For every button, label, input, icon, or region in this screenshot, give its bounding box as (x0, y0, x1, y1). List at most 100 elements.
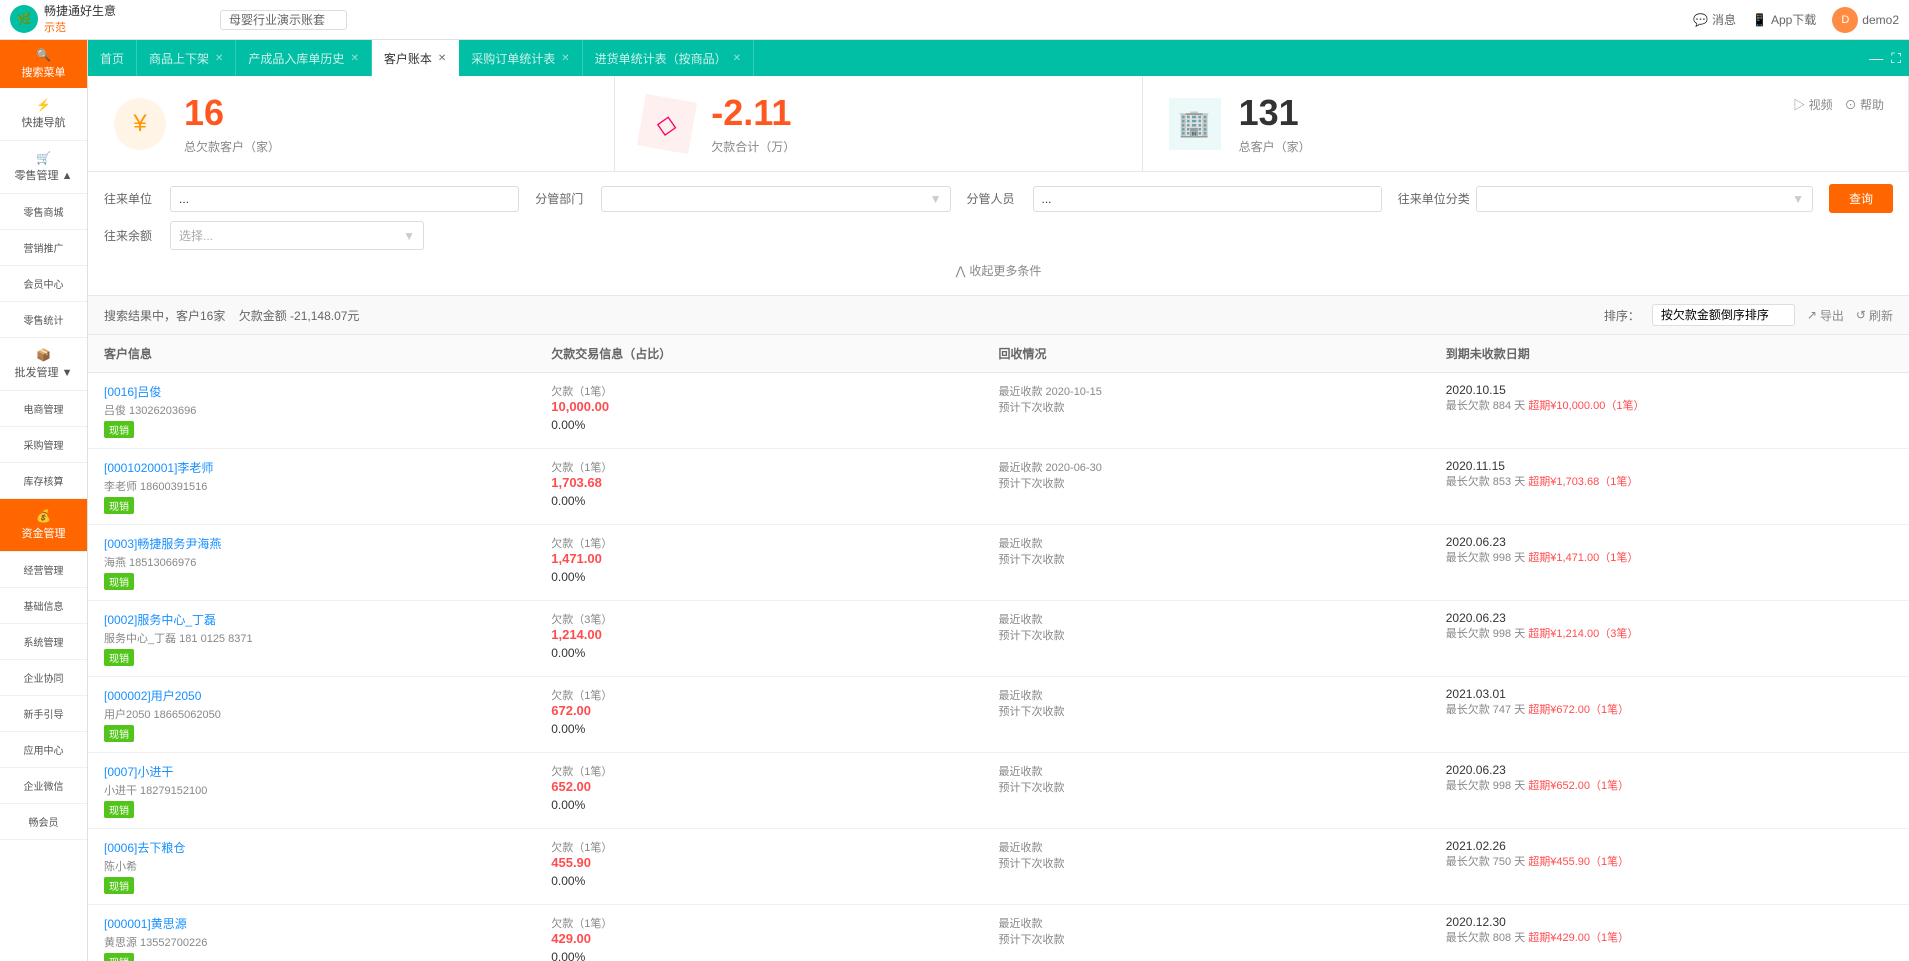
tab-product-history[interactable]: 产成品入库单历史 ✕ (236, 40, 371, 76)
minimize-icon[interactable]: — (1869, 50, 1883, 66)
client-name-link[interactable]: [0003]畅捷服务尹海燕 (104, 537, 221, 551)
collapse-btn[interactable]: ⋀ 收起更多条件 (956, 262, 1042, 279)
search-btn[interactable]: 查询 (1829, 184, 1893, 213)
filter-category-select[interactable]: ▼ (1476, 186, 1813, 212)
sidebar-item-wechat[interactable]: 企业微信 (0, 768, 87, 804)
export-btn[interactable]: ↗ 导出 (1807, 307, 1844, 324)
debt-ratio-value: 0.00% (551, 570, 998, 584)
tab-home[interactable]: 首页 (88, 40, 137, 76)
overdue-amount-link[interactable]: 超期¥672.00（1笔） (1528, 704, 1629, 716)
recovery-cell: 最近收款 预计下次收款 (999, 915, 1446, 947)
sidebar-item-system[interactable]: 系统管理 (0, 624, 87, 660)
stat-label-debt-total: 欠款合计（万） (711, 138, 795, 155)
video-btn[interactable]: ▷ 视频 (1793, 96, 1832, 113)
results-bar: 搜索结果中，客户16家 欠款金额 -21,148.07元 排序： 按欠款金额倒序… (88, 296, 1909, 335)
tab-purchase-stats[interactable]: 采购订单统计表 ✕ (459, 40, 582, 76)
sidebar-item-retail-mgmt[interactable]: 🛒零售管理 ▲ (0, 141, 87, 194)
message-btn[interactable]: 💬 消息 (1693, 11, 1736, 28)
building-icon: 🏢 (1169, 98, 1221, 150)
filter-dept: 分管部门 ▼ (535, 186, 950, 212)
sidebar-item-retail-stats[interactable]: 零售统计 (0, 302, 87, 338)
overdue-amount-link[interactable]: 超期¥652.00（1笔） (1528, 780, 1629, 792)
app-download-btn[interactable]: 📱 App下载 (1752, 11, 1816, 28)
table-header: 客户信息 欠款交易信息（占比） 回收情况 到期未收款日期 (88, 335, 1909, 373)
overdue-amount-link[interactable]: 超期¥1,471.00（1笔） (1528, 552, 1638, 564)
sidebar-item-marketing[interactable]: 营销推广 (0, 230, 87, 266)
filter-person: 分管人员 ... (967, 186, 1382, 212)
overdue-amount-link[interactable]: 超期¥429.00（1笔） (1528, 932, 1629, 944)
sidebar-item-collab[interactable]: 企业协同 (0, 660, 87, 696)
results-summary: 搜索结果中，客户16家 欠款金额 -21,148.07元 (104, 307, 359, 324)
next-payment: 预计下次收款 (999, 399, 1446, 415)
overdue-amount-link[interactable]: 超期¥455.90（1笔） (1528, 856, 1629, 868)
overdue-amount-link[interactable]: 超期¥1,214.00（3笔） (1528, 628, 1638, 640)
sidebar-item-member[interactable]: 会员中心 (0, 266, 87, 302)
sidebar-item-wholesale[interactable]: 📦批发管理 ▼ (0, 338, 87, 391)
debt-cell: 欠款（3笔） 1,214.00 0.00% (551, 611, 998, 660)
sidebar-item-member2[interactable]: 畅会员 (0, 804, 87, 840)
debt-count-label: 欠款（1笔） (551, 687, 998, 703)
export-icon: ↗ (1807, 308, 1817, 322)
sidebar-item-operations[interactable]: 经营管理 (0, 552, 87, 588)
tab-close-icon[interactable]: ✕ (561, 53, 569, 64)
logo-area: 🌿 畅捷通好生意 示范 (10, 4, 210, 34)
mobile-icon: 📱 (1752, 13, 1767, 27)
recovery-cell: 最近收款 2020-10-15 预计下次收款 (999, 383, 1446, 415)
client-name-link[interactable]: [0007]小进干 (104, 765, 173, 779)
last-payment: 最近收款 (999, 611, 1446, 627)
sidebar-item-retail-store[interactable]: 零售商城 (0, 194, 87, 230)
filter-dept-select[interactable]: ▼ (601, 186, 950, 212)
client-name-link[interactable]: [000002]用户2050 (104, 689, 201, 703)
refresh-btn[interactable]: ↺ 刷新 (1856, 307, 1893, 324)
stat-label-debt-customers: 总欠款客户（家） (184, 138, 280, 155)
filter-party-input[interactable]: ... (170, 186, 519, 212)
client-name-link[interactable]: [0016]吕俊 (104, 385, 161, 399)
user-menu[interactable]: D demo2 (1832, 7, 1899, 33)
tab-customer-account[interactable]: 客户账本 ✕ (372, 40, 459, 76)
industry-select[interactable]: 母婴行业演示账套 (220, 10, 347, 30)
client-name-link[interactable]: [000001]黄思源 (104, 917, 187, 931)
maximize-icon[interactable]: ⛶ (1891, 50, 1901, 67)
table-row: [000002]用户2050 用户2050 18665062050 现销 欠款（… (88, 677, 1909, 753)
tab-close-icon[interactable]: ✕ (350, 53, 358, 64)
filter-person-input[interactable]: ... (1033, 186, 1382, 212)
filter-balance-label: 往来余额 (104, 227, 164, 244)
filter-balance-select[interactable]: 选择... ▼ (170, 221, 424, 250)
client-name-link[interactable]: [0006]去下粮仓 (104, 841, 185, 855)
next-payment: 预计下次收款 (999, 627, 1446, 643)
sidebar-item-purchase[interactable]: 采购管理 (0, 427, 87, 463)
client-name-link[interactable]: [0002]服务中心_丁磊 (104, 613, 216, 627)
help-btn[interactable]: ⊙ 帮助 (1845, 96, 1884, 113)
debt-cell: 欠款（1笔） 1,471.00 0.00% (551, 535, 998, 584)
due-cell: 2020.11.15 最长欠款 853 天 超期¥1,703.68（1笔） (1446, 459, 1893, 489)
table-row: [0006]去下粮仓 陈小希 现销 欠款（1笔） 455.90 0.00% 最近… (88, 829, 1909, 905)
overdue-amount-link[interactable]: 超期¥10,000.00（1笔） (1528, 400, 1644, 412)
sidebar-item-finance[interactable]: 💰资金管理 (0, 499, 87, 552)
debt-amount-value: 1,471.00 (551, 551, 998, 566)
filter-row-1: 往来单位 ... 分管部门 ▼ 分管人员 ... (104, 184, 1893, 213)
filter-party: 往来单位 ... (104, 186, 519, 212)
tab-purchase-goods[interactable]: 进货单统计表（按商品） ✕ (583, 40, 754, 76)
client-tag: 现销 (104, 497, 134, 514)
tab-product-shelf[interactable]: 商品上下架 ✕ (137, 40, 236, 76)
client-tag: 现销 (104, 573, 134, 590)
tab-close-icon[interactable]: ✕ (733, 53, 741, 64)
sidebar-item-guide[interactable]: 新手引导 (0, 696, 87, 732)
client-name-link[interactable]: [0001020001]李老师 (104, 461, 213, 475)
tab-close-icon[interactable]: ✕ (215, 53, 223, 64)
sidebar-item-quick-nav[interactable]: ⚡快捷导航 (0, 88, 87, 141)
client-contact: 李老师 18600391516 (104, 478, 551, 494)
filter-category: 往来单位分类 ▼ (1398, 186, 1813, 212)
overdue-amount-link[interactable]: 超期¥1,703.68（1笔） (1528, 476, 1638, 488)
sidebar-item-ecommerce[interactable]: 电商管理 (0, 391, 87, 427)
sidebar-item-search[interactable]: 🔍 搜索菜单 (0, 40, 87, 88)
sort-select[interactable]: 按欠款金额倒序排序 (1652, 304, 1795, 326)
sidebar-item-inventory[interactable]: 库存核算 (0, 463, 87, 499)
tab-close-icon[interactable]: ✕ (438, 53, 446, 64)
sidebar-item-apps[interactable]: 应用中心 (0, 732, 87, 768)
debt-cell: 欠款（1笔） 1,703.68 0.00% (551, 459, 998, 508)
sidebar-item-basic-info[interactable]: 基础信息 (0, 588, 87, 624)
debt-amount-value: 10,000.00 (551, 399, 998, 414)
tab-bar: 首页 商品上下架 ✕ 产成品入库单历史 ✕ 客户账本 ✕ 采购订单统计表 ✕ 进… (88, 40, 1909, 76)
next-payment: 预计下次收款 (999, 703, 1446, 719)
